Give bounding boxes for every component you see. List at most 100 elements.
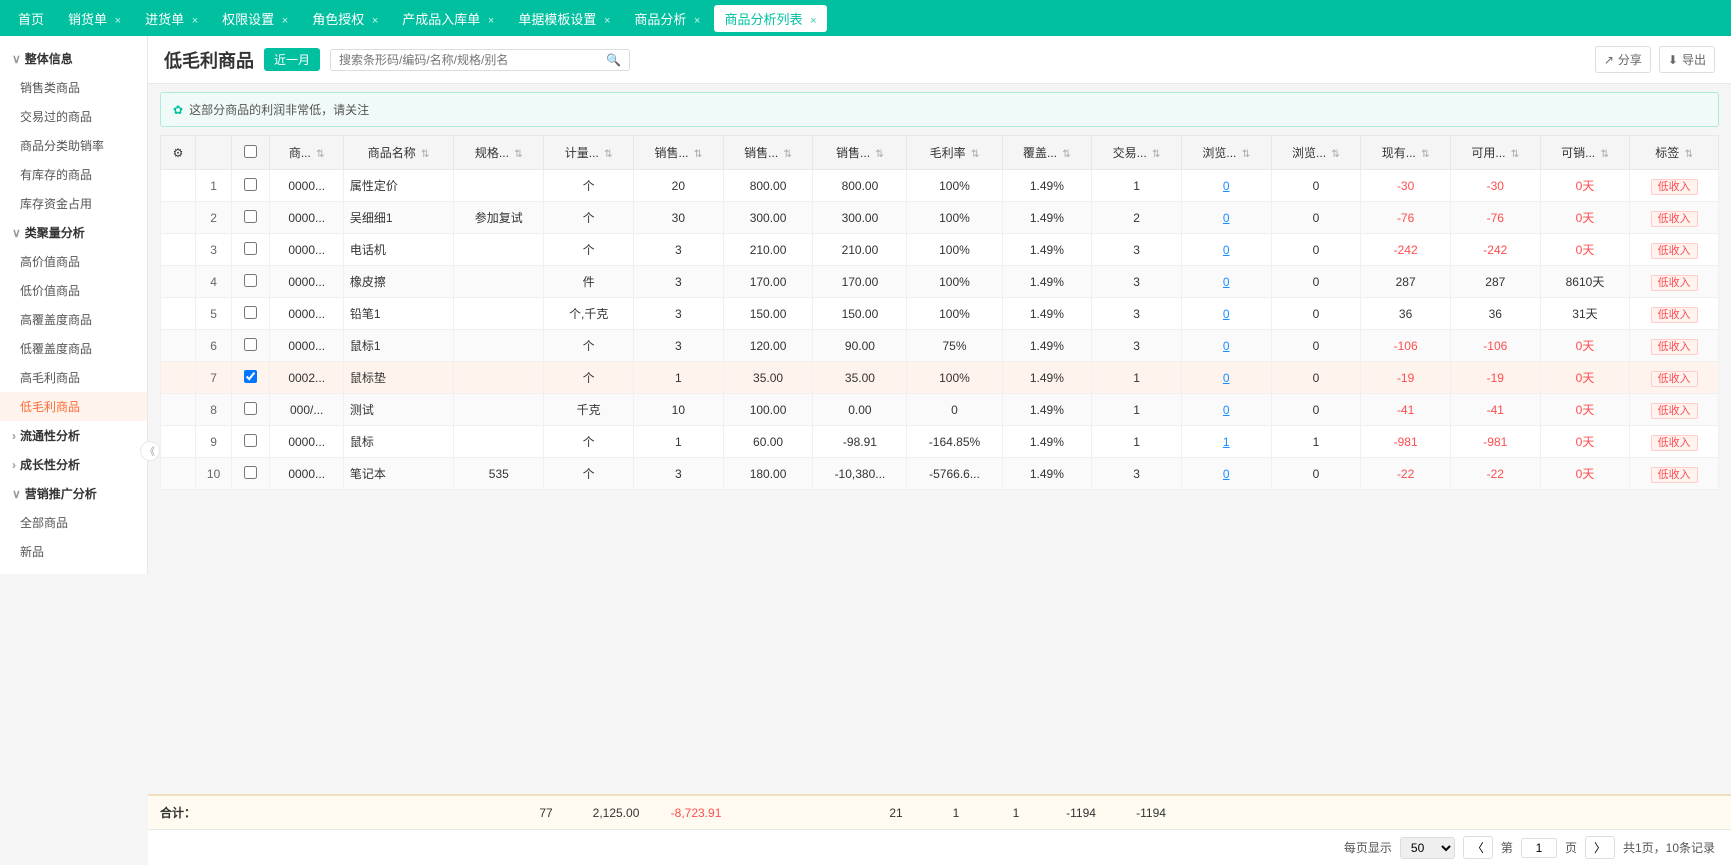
row-sales-profit-2: 210.00 <box>813 234 907 266</box>
row-views2-6: 0 <box>1271 362 1361 394</box>
sidebar-group-cluster[interactable]: ∨ 类聚量分析 <box>0 218 147 247</box>
row-views1-7[interactable]: 0 <box>1181 394 1271 426</box>
sort-views2-icon: ⇅ <box>1331 149 1339 160</box>
nav-permission[interactable]: 权限设置 × <box>212 5 298 32</box>
sidebar-item-sales-goods[interactable]: 销售类商品 <box>0 73 147 102</box>
nav-close-sales[interactable]: × <box>115 15 121 27</box>
nav-close-role[interactable]: × <box>372 15 378 27</box>
col-available-stock[interactable]: 可用... ⇅ <box>1450 136 1540 170</box>
col-sales-qty[interactable]: 销售... ⇅ <box>634 136 724 170</box>
sidebar-item-traded-goods[interactable]: 交易过的商品 <box>0 102 147 131</box>
sidebar-item-low-value[interactable]: 低价值商品 <box>0 276 147 305</box>
row-tag-3: 低收入 <box>1630 266 1719 298</box>
col-tag[interactable]: 标签 ⇅ <box>1630 136 1719 170</box>
row-views1-6[interactable]: 0 <box>1181 362 1271 394</box>
col-sales-profit[interactable]: 销售... ⇅ <box>813 136 907 170</box>
nav-product-entry[interactable]: 产成品入库单 × <box>392 5 504 32</box>
col-name[interactable]: 商品名称 ⇅ <box>343 136 453 170</box>
select-all-checkbox[interactable] <box>244 145 257 158</box>
sidebar-group-flow[interactable]: › 流通性分析 <box>0 421 147 450</box>
nav-purchase-order[interactable]: 进货单 × <box>135 5 208 32</box>
sidebar-group-growth[interactable]: › 成长性分析 <box>0 450 147 479</box>
row-checkbox-2[interactable] <box>232 234 270 266</box>
sidebar-wrapper: ∨ 整体信息 销售类商品 交易过的商品 商品分类助销率 有库存的商品 库存资金占… <box>0 36 148 865</box>
nav-close-template[interactable]: × <box>604 15 610 27</box>
row-views1-8[interactable]: 1 <box>1181 426 1271 458</box>
row-unit-5: 个 <box>544 330 634 362</box>
sidebar-group-marketing[interactable]: ∨ 营销推广分析 <box>0 479 147 508</box>
row-gross-margin-6: 100% <box>907 362 1002 394</box>
col-settings[interactable]: ⚙ <box>161 136 196 170</box>
row-views1-2[interactable]: 0 <box>1181 234 1271 266</box>
next-page-btn[interactable]: 〉 <box>1585 836 1615 859</box>
nav-close-goods-analysis-list[interactable]: × <box>810 15 816 27</box>
row-num-8: 9 <box>196 426 232 458</box>
sidebar-collapse-btn[interactable]: 《 <box>140 441 160 461</box>
share-button[interactable]: ↗ 分享 <box>1595 46 1651 73</box>
row-settings-7 <box>161 394 196 426</box>
row-checkbox-6[interactable] <box>232 362 270 394</box>
row-views1-3[interactable]: 0 <box>1181 266 1271 298</box>
row-views1-9[interactable]: 0 <box>1181 458 1271 490</box>
nav-role-auth[interactable]: 角色授权 × <box>302 5 388 32</box>
row-current-stock-6: -19 <box>1361 362 1451 394</box>
per-page-select[interactable]: 50 100 200 <box>1400 837 1455 859</box>
row-sales-qty-5: 3 <box>634 330 724 362</box>
col-gross-margin[interactable]: 毛利率 ⇅ <box>907 136 1002 170</box>
page-input[interactable] <box>1521 838 1557 858</box>
nav-template[interactable]: 单据模板设置 × <box>508 5 620 32</box>
col-saleable-days[interactable]: 可销... ⇅ <box>1540 136 1630 170</box>
sidebar-item-category-rate[interactable]: 商品分类助销率 <box>0 131 147 160</box>
sidebar-item-in-stock-goods[interactable]: 有库存的商品 <box>0 160 147 189</box>
row-checkbox-9[interactable] <box>232 458 270 490</box>
sidebar-item-low-coverage[interactable]: 低覆盖度商品 <box>0 334 147 363</box>
nav-close-permission[interactable]: × <box>282 15 288 27</box>
row-checkbox-1[interactable] <box>232 202 270 234</box>
nav-goods-analysis[interactable]: 商品分析 × <box>624 5 710 32</box>
nav-close-purchase[interactable]: × <box>192 15 198 27</box>
prev-page-btn[interactable]: 〈 <box>1463 836 1493 859</box>
sidebar-item-all-goods[interactable]: 全部商品 <box>0 508 147 537</box>
search-input[interactable] <box>339 53 602 67</box>
row-sales-amount-8: 60.00 <box>723 426 813 458</box>
sidebar-item-high-profit[interactable]: 高毛利商品 <box>0 363 147 392</box>
col-unit[interactable]: 计量... ⇅ <box>544 136 634 170</box>
row-views1-5[interactable]: 0 <box>1181 330 1271 362</box>
sidebar-item-low-profit[interactable]: 低毛利商品 <box>0 392 147 421</box>
row-checkbox-3[interactable] <box>232 266 270 298</box>
nav-close-goods-analysis[interactable]: × <box>694 15 700 27</box>
col-spec[interactable]: 规格... ⇅ <box>454 136 544 170</box>
col-trade-count[interactable]: 交易... ⇅ <box>1092 136 1182 170</box>
search-box[interactable]: 🔍 <box>330 49 630 71</box>
row-checkbox-4[interactable] <box>232 298 270 330</box>
search-icon[interactable]: 🔍 <box>606 53 621 67</box>
row-saleable-days-7: 0天 <box>1540 394 1630 426</box>
sidebar-item-high-value[interactable]: 高价值商品 <box>0 247 147 276</box>
nav-close-product[interactable]: × <box>488 15 494 27</box>
row-checkbox-5[interactable] <box>232 330 270 362</box>
col-views1[interactable]: 浏览... ⇅ <box>1181 136 1271 170</box>
col-views2[interactable]: 浏览... ⇅ <box>1271 136 1361 170</box>
row-checkbox-7[interactable] <box>232 394 270 426</box>
page-header: 低毛利商品 近一月 🔍 ↗ 分享 ⬇ 导出 <box>148 36 1731 84</box>
col-current-stock[interactable]: 现有... ⇅ <box>1361 136 1451 170</box>
nav-home[interactable]: 首页 <box>8 5 54 32</box>
sidebar-item-high-coverage[interactable]: 高覆盖度商品 <box>0 305 147 334</box>
row-views1-1[interactable]: 0 <box>1181 202 1271 234</box>
row-checkbox-0[interactable] <box>232 170 270 202</box>
sidebar-item-stock-capital[interactable]: 库存资金占用 <box>0 189 147 218</box>
export-button[interactable]: ⬇ 导出 <box>1659 46 1715 73</box>
sidebar-group-overall[interactable]: ∨ 整体信息 <box>0 44 147 73</box>
sidebar-item-new-goods[interactable]: 新品 <box>0 537 147 566</box>
col-coverage[interactable]: 覆盖... ⇅ <box>1002 136 1092 170</box>
nav-goods-analysis-list[interactable]: 商品分析列表 × <box>714 5 826 32</box>
row-saleable-days-0: 0天 <box>1540 170 1630 202</box>
row-checkbox-8[interactable] <box>232 426 270 458</box>
nav-sales-order[interactable]: 销货单 × <box>58 5 131 32</box>
col-sales-amount[interactable]: 销售... ⇅ <box>723 136 813 170</box>
filter-btn[interactable]: 近一月 <box>264 48 320 71</box>
sort-unit-icon: ⇅ <box>604 149 612 160</box>
row-views1-4[interactable]: 0 <box>1181 298 1271 330</box>
col-code[interactable]: 商... ⇅ <box>270 136 343 170</box>
row-views1-0[interactable]: 0 <box>1181 170 1271 202</box>
